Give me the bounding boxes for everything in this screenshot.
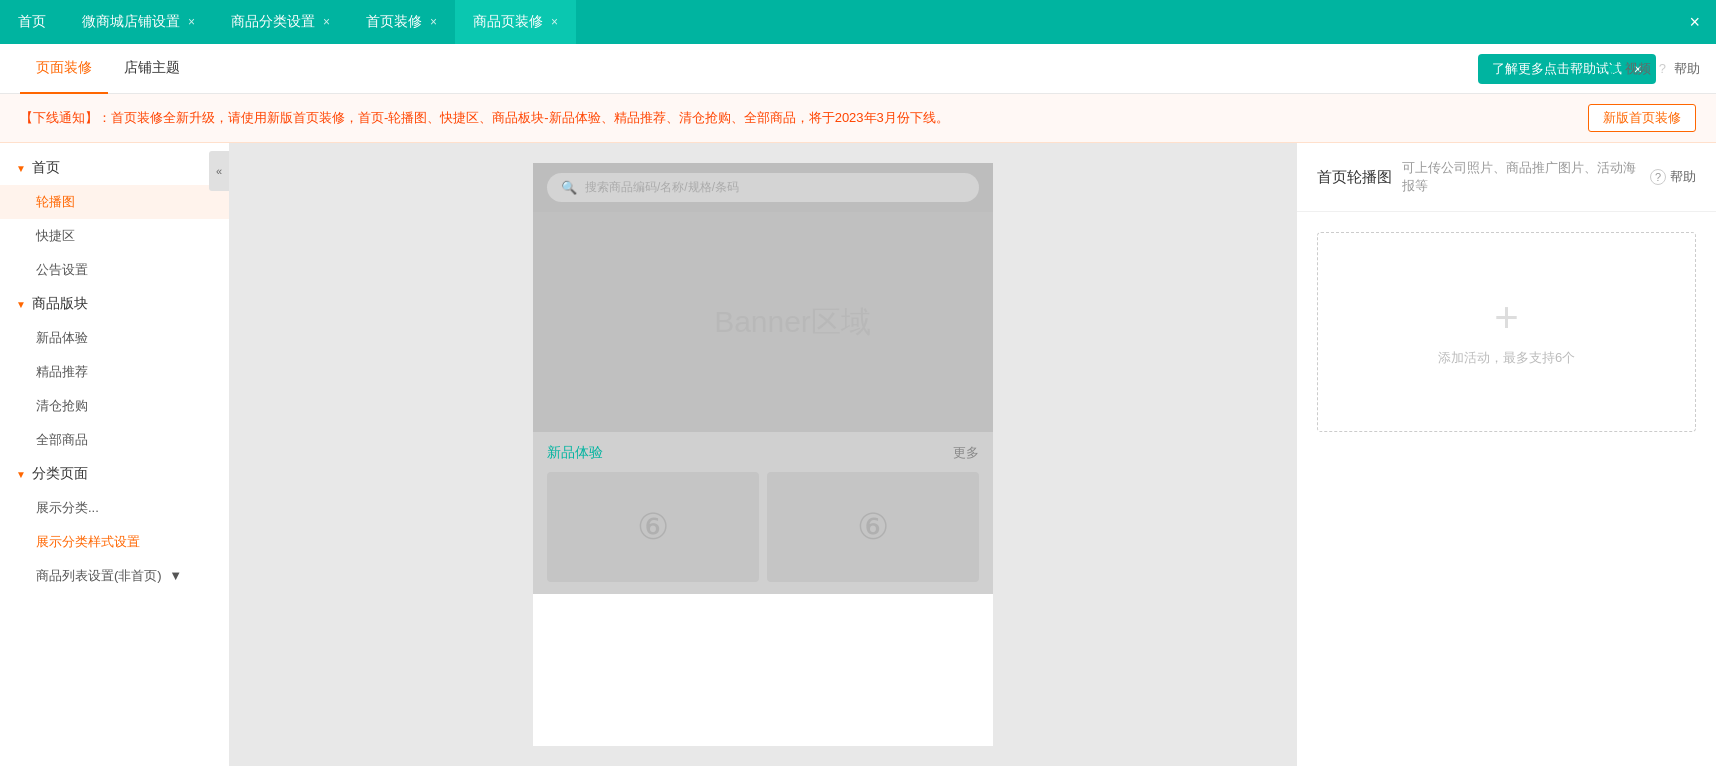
sidebar: « ▼ 首页 轮播图 快捷区 公告设置 ▼ 商品版块 新品体验 bbox=[0, 143, 230, 766]
help-banner-text: 了解更多点击帮助试试 bbox=[1492, 60, 1622, 78]
arrow-category: ▼ bbox=[16, 469, 26, 480]
sidebar-section-products[interactable]: ▼ 商品版块 bbox=[0, 287, 229, 321]
plus-icon: + bbox=[1494, 297, 1519, 339]
help-question-icon: ? bbox=[1659, 61, 1666, 76]
right-help-label: 帮助 bbox=[1670, 168, 1696, 186]
tab-close-store-settings[interactable]: × bbox=[188, 15, 195, 29]
close-all-tabs[interactable]: × bbox=[1689, 12, 1700, 33]
product-card-1: ⑥ bbox=[547, 472, 759, 582]
add-banner-text: 添加活动，最多支持6个 bbox=[1438, 349, 1575, 367]
phone-preview: 🔍 搜索商品编码/名称/规格/条码 ⑥ Banner区域 新品体验 更多 bbox=[533, 163, 993, 746]
search-placeholder: 搜索商品编码/名称/规格/条码 bbox=[585, 179, 739, 196]
expand-icon: ▼ bbox=[169, 568, 182, 583]
tab-close-home-decor[interactable]: × bbox=[430, 15, 437, 29]
video-dot bbox=[1609, 65, 1617, 73]
sidebar-item-category-style[interactable]: 展示分类样式设置 bbox=[0, 525, 229, 559]
product-card-2: ⑥ bbox=[767, 472, 979, 582]
product-section-more: 更多 bbox=[953, 444, 979, 462]
notice-text: 【下线通知】：首页装修全新升级，请使用新版首页装修，首页-轮播图、快捷区、商品板… bbox=[20, 109, 1576, 127]
tab-home-decor[interactable]: 首页装修 × bbox=[348, 0, 455, 44]
tab-store-settings[interactable]: 微商城店铺设置 × bbox=[64, 0, 213, 44]
right-panel-content: + 添加活动，最多支持6个 bbox=[1297, 212, 1716, 766]
tab-close-category-settings[interactable]: × bbox=[323, 15, 330, 29]
product-icon-1: ⑥ bbox=[637, 506, 669, 548]
sidebar-item-product-list-settings[interactable]: 商品列表设置(非首页) ▼ bbox=[0, 559, 229, 593]
preview-banner[interactable]: ⑥ Banner区域 bbox=[533, 212, 993, 432]
sidebar-item-slideshow[interactable]: 轮播图 bbox=[0, 185, 229, 219]
product-grid: ⑥ ⑥ bbox=[547, 472, 979, 582]
preview-search-box: 🔍 搜索商品编码/名称/规格/条码 bbox=[547, 173, 979, 202]
sidebar-item-all-products[interactable]: 全部商品 bbox=[0, 423, 229, 457]
sidebar-item-shortcut[interactable]: 快捷区 bbox=[0, 219, 229, 253]
banner-icon: ⑥ bbox=[655, 292, 702, 352]
right-panel-header: 首页轮播图 可上传公司照片、商品推广图片、活动海报等 ? 帮助 bbox=[1297, 143, 1716, 212]
product-section-header: 新品体验 更多 bbox=[547, 444, 979, 462]
product-section-title: 新品体验 bbox=[547, 444, 603, 462]
content-area: « ▼ 首页 轮播图 快捷区 公告设置 ▼ 商品版块 新品体验 bbox=[0, 143, 1716, 766]
right-panel-title: 首页轮播图 bbox=[1317, 168, 1392, 187]
banner-text: ⑥ Banner区域 bbox=[655, 292, 871, 352]
tab-store-theme[interactable]: 店铺主题 bbox=[108, 44, 196, 94]
preview-product-section: 新品体验 更多 ⑥ ⑥ bbox=[533, 432, 993, 594]
center-preview: 🔍 搜索商品编码/名称/规格/条码 ⑥ Banner区域 新品体验 更多 bbox=[230, 143, 1296, 766]
video-label[interactable]: 视频 bbox=[1625, 60, 1651, 78]
sidebar-item-notice[interactable]: 公告设置 bbox=[0, 253, 229, 287]
right-panel: 首页轮播图 可上传公司照片、商品推广图片、活动海报等 ? 帮助 + 添加活动，最… bbox=[1296, 143, 1716, 766]
sidebar-section-category[interactable]: ▼ 分类页面 bbox=[0, 457, 229, 491]
sidebar-item-clearance[interactable]: 清仓抢购 bbox=[0, 389, 229, 423]
preview-search-bar: 🔍 搜索商品编码/名称/规格/条码 bbox=[533, 163, 993, 212]
help-circle-icon: ? bbox=[1650, 169, 1666, 185]
arrow-home: ▼ bbox=[16, 163, 26, 174]
right-help-button[interactable]: ? 帮助 bbox=[1650, 168, 1696, 186]
sidebar-section-home[interactable]: ▼ 首页 bbox=[0, 151, 229, 185]
sidebar-item-premium[interactable]: 精品推荐 bbox=[0, 355, 229, 389]
tab-home[interactable]: 首页 bbox=[0, 0, 64, 44]
product-icon-2: ⑥ bbox=[857, 506, 889, 548]
tab-product-decor[interactable]: 商品页装修 × bbox=[455, 0, 576, 44]
tab-page-decor[interactable]: 页面装修 bbox=[20, 44, 108, 94]
notice-bar: 【下线通知】：首页装修全新升级，请使用新版首页装修，首页-轮播图、快捷区、商品板… bbox=[0, 94, 1716, 143]
tab-bar: 首页 微商城店铺设置 × 商品分类设置 × 首页装修 × 商品页装修 × × bbox=[0, 0, 1716, 44]
tab-category-settings[interactable]: 商品分类设置 × bbox=[213, 0, 348, 44]
add-banner-box[interactable]: + 添加活动，最多支持6个 bbox=[1317, 232, 1696, 432]
secondary-tabs: 页面装修 店铺主题 了解更多点击帮助试试 × 视频 ? 帮助 bbox=[0, 44, 1716, 94]
help-label[interactable]: 帮助 bbox=[1674, 60, 1700, 78]
main-wrapper: 页面装修 店铺主题 了解更多点击帮助试试 × 视频 ? 帮助 【下线通知】：首页… bbox=[0, 44, 1716, 766]
new-home-decor-button[interactable]: 新版首页装修 bbox=[1588, 104, 1696, 132]
right-panel-subtitle: 可上传公司照片、商品推广图片、活动海报等 bbox=[1402, 159, 1640, 195]
arrow-products: ▼ bbox=[16, 299, 26, 310]
sidebar-collapse-button[interactable]: « bbox=[209, 151, 229, 191]
video-help-area: 视频 ? 帮助 bbox=[1609, 60, 1700, 78]
sidebar-item-show-category[interactable]: 展示分类... bbox=[0, 491, 229, 525]
tab-close-product-decor[interactable]: × bbox=[551, 15, 558, 29]
search-icon: 🔍 bbox=[561, 180, 577, 195]
sidebar-item-new-experience[interactable]: 新品体验 bbox=[0, 321, 229, 355]
